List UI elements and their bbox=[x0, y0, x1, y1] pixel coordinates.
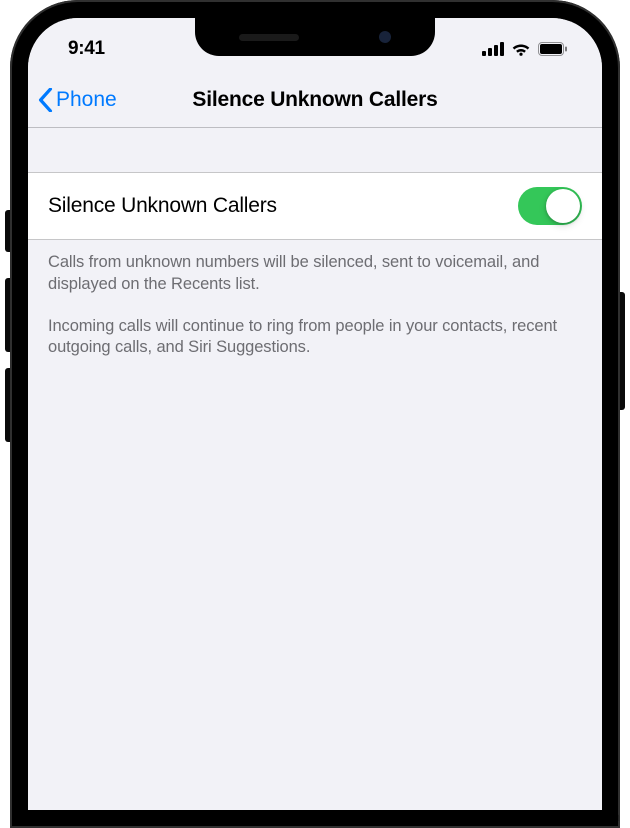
notch bbox=[195, 18, 435, 56]
front-camera bbox=[379, 31, 391, 43]
device-frame: 9:41 bbox=[10, 0, 620, 828]
status-time: 9:41 bbox=[68, 38, 105, 60]
silence-unknown-callers-cell: Silence Unknown Callers bbox=[28, 172, 602, 240]
switch-knob bbox=[546, 189, 580, 223]
watermark: 365electric.com bbox=[536, 810, 620, 824]
back-label: Phone bbox=[56, 88, 117, 112]
setting-label: Silence Unknown Callers bbox=[48, 194, 277, 218]
cellular-icon bbox=[482, 42, 504, 56]
chevron-left-icon bbox=[38, 88, 53, 112]
setting-description: Calls from unknown numbers will be silen… bbox=[28, 240, 602, 359]
page-title: Silence Unknown Callers bbox=[192, 88, 437, 112]
speaker bbox=[239, 34, 299, 41]
screen: 9:41 bbox=[28, 18, 602, 810]
battery-icon bbox=[538, 42, 568, 56]
silence-unknown-callers-toggle[interactable] bbox=[518, 187, 582, 225]
section-spacer bbox=[28, 128, 602, 172]
description-paragraph-1: Calls from unknown numbers will be silen… bbox=[48, 252, 582, 296]
status-icons bbox=[482, 42, 568, 56]
wifi-icon bbox=[511, 42, 531, 56]
nav-bar: Phone Silence Unknown Callers bbox=[28, 72, 602, 128]
back-button[interactable]: Phone bbox=[38, 88, 117, 112]
description-paragraph-2: Incoming calls will continue to ring fro… bbox=[48, 316, 582, 360]
